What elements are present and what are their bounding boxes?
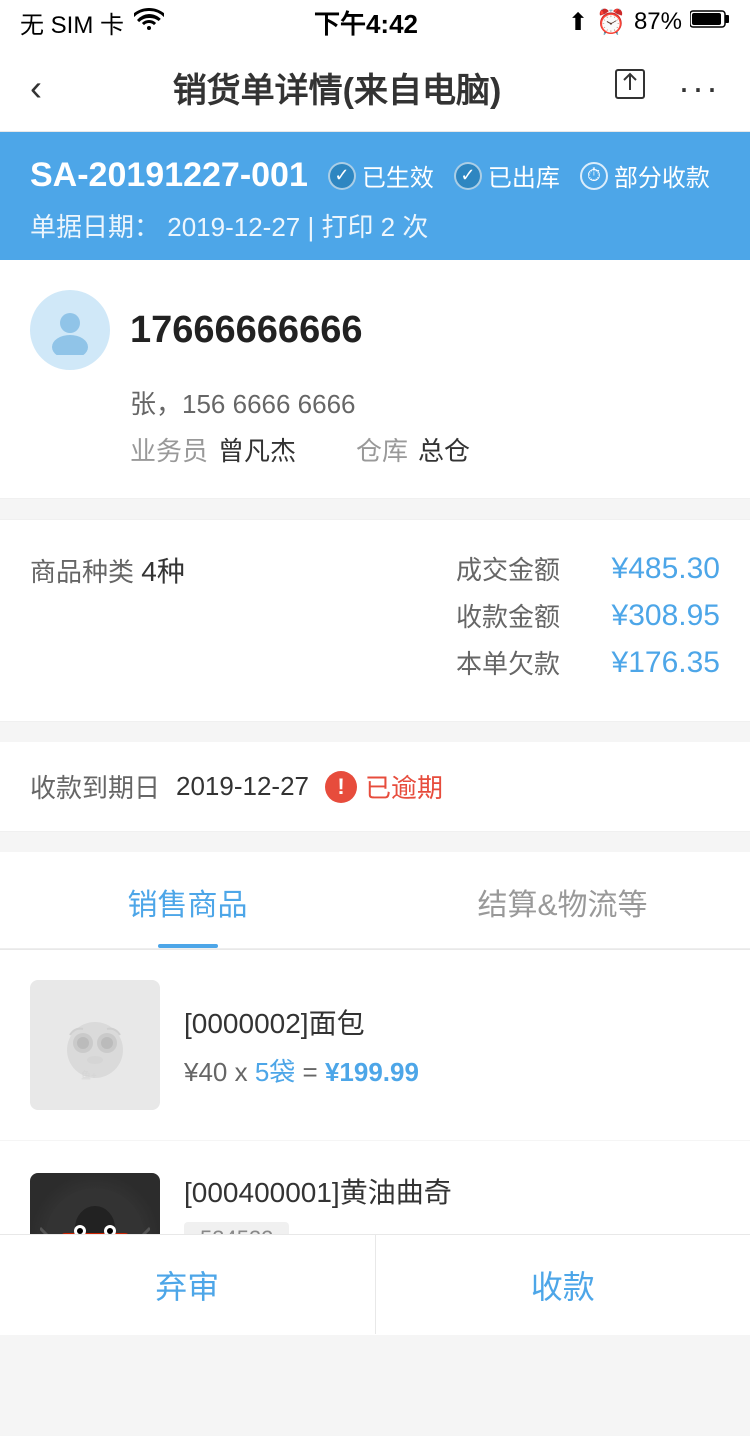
tabs-row: 销售商品 结算&物流等 <box>0 852 750 949</box>
nav-actions: ··· <box>612 66 720 109</box>
bottom-bar: 弃审 收款 <box>0 1234 750 1334</box>
location-icon: ⬆ <box>568 8 588 37</box>
product-type-label: 商品种类 <box>30 557 134 587</box>
print-info: | 打印 2 次 <box>307 212 428 242</box>
customer-meta: 业务员 曾凡杰 仓库 总仓 <box>130 431 720 468</box>
nav-bar: ‹ 销货单详情(来自电脑) ··· <box>0 44 750 132</box>
avatar <box>30 290 110 370</box>
transaction-amount: ¥485.30 <box>580 552 720 586</box>
status-left: 无 SIM 卡 <box>20 5 164 40</box>
receipt-amount: ¥308.95 <box>580 599 720 633</box>
receipt-button[interactable]: 收款 <box>376 1235 750 1334</box>
warehouse-value: 总仓 <box>418 431 470 468</box>
price-base-1: ¥40 x <box>184 1057 255 1087</box>
warehouse-label: 仓库 <box>356 431 408 468</box>
product-info-1: [0000002]面包 ¥40 x 5袋 = ¥199.99 <box>184 1002 720 1089</box>
order-date: 2019-12-27 <box>167 212 300 242</box>
transaction-label: 成交金额 <box>456 550 560 587</box>
overdue-text: 已逾期 <box>365 768 443 805</box>
due-label: 收款到期日 <box>30 768 160 805</box>
header-date-row: 单据日期： 2019-12-27 | 打印 2 次 <box>30 207 720 244</box>
check-icon-1: ✓ <box>328 162 356 190</box>
page-title: 销货单详情(来自电脑) <box>62 63 612 112</box>
status-shipped: ✓ 已出库 <box>454 158 560 193</box>
share-icon[interactable] <box>612 66 648 109</box>
product-type-info: 商品种类 4种 <box>30 550 185 590</box>
status-effective-label: 已生效 <box>362 158 434 193</box>
equals-1: = <box>295 1057 325 1087</box>
status-right: ⬆ ⏰ 87% <box>568 8 730 37</box>
overdue-badge: ! 已逾期 <box>325 768 443 805</box>
debt-amount: ¥176.35 <box>580 646 720 680</box>
alarm-icon: ⏰ <box>596 8 626 37</box>
reject-button[interactable]: 弃审 <box>0 1235 376 1334</box>
product-image-1: 鱼+ <box>30 980 160 1110</box>
total-1: ¥199.99 <box>325 1057 419 1087</box>
more-icon[interactable]: ··· <box>678 67 720 109</box>
receipt-label: 收款金额 <box>456 597 560 634</box>
product-count-value: 4种 <box>141 556 185 587</box>
tabs-section: 销售商品 结算&物流等 <box>0 852 750 950</box>
battery-text: 87% <box>634 8 682 36</box>
tab-settlement[interactable]: 结算&物流等 <box>375 852 750 948</box>
battery-icon <box>690 8 730 36</box>
date-label: 单据日期： <box>30 212 160 242</box>
due-date-value: 2019-12-27 <box>176 771 309 802</box>
customer-contact: 张，156 6666 6666 <box>130 384 720 421</box>
clock-icon: ⏱ <box>580 162 608 190</box>
debt-label: 本单欠款 <box>456 644 560 681</box>
salesperson-label: 业务员 <box>130 431 208 468</box>
due-section: 收款到期日 2019-12-27 ! 已逾期 <box>0 742 750 832</box>
status-partial: ⏱ 部分收款 <box>580 158 710 193</box>
qty-1: 5袋 <box>255 1057 295 1087</box>
status-effective: ✓ 已生效 <box>328 158 434 193</box>
status-shipped-label: 已出库 <box>488 158 560 193</box>
back-button[interactable]: ‹ <box>30 67 62 109</box>
amount-stats: 成交金额 ¥485.30 收款金额 ¥308.95 本单欠款 ¥176.35 <box>456 550 720 691</box>
order-number: SA-20191227-001 <box>30 156 308 195</box>
signal-text: 无 SIM 卡 <box>20 5 124 40</box>
product-name-1: [0000002]面包 <box>184 1002 720 1042</box>
product-name-2: [000400001]黄油曲奇 <box>184 1171 720 1211</box>
header-banner: SA-20191227-001 ✓ 已生效 ✓ 已出库 ⏱ 部分收款 单据日期：… <box>0 132 750 260</box>
tab-products[interactable]: 销售商品 <box>0 852 375 948</box>
stats-section: 商品种类 4种 成交金额 ¥485.30 收款金额 ¥308.95 本单欠款 ¥… <box>0 519 750 722</box>
overdue-icon: ! <box>325 771 357 803</box>
wifi-icon <box>134 8 164 37</box>
product-item: 鱼+ [0000002]面包 ¥40 x 5袋 = ¥199.99 <box>0 950 750 1141</box>
svg-text:鱼+: 鱼+ <box>81 1069 97 1082</box>
salesperson-value: 曾凡杰 <box>218 431 296 468</box>
status-partial-label: 部分收款 <box>614 158 710 193</box>
customer-id: 17666666666 <box>130 309 362 352</box>
check-icon-2: ✓ <box>454 162 482 190</box>
customer-section: 17666666666 张，156 6666 6666 业务员 曾凡杰 仓库 总… <box>0 260 750 499</box>
status-bar: 无 SIM 卡 下午4:42 ⬆ ⏰ 87% <box>0 0 750 44</box>
status-time: 下午4:42 <box>314 4 418 41</box>
product-price-1: ¥40 x 5袋 = ¥199.99 <box>184 1052 720 1089</box>
